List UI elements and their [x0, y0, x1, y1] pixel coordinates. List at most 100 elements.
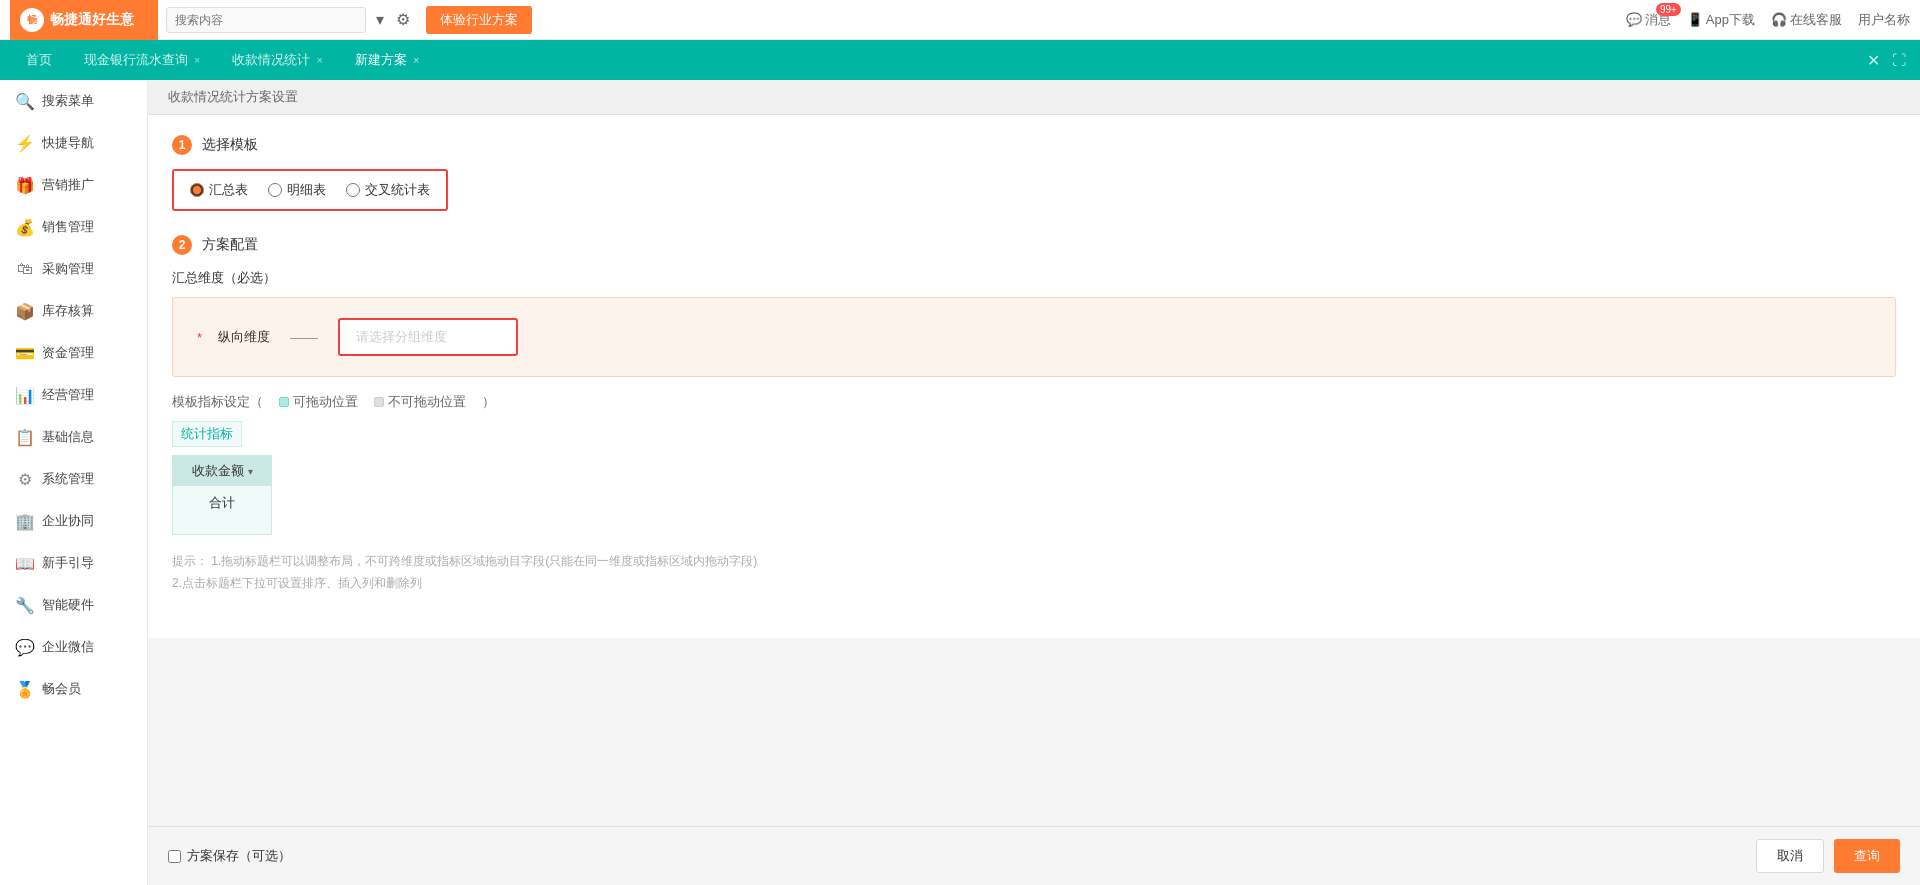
sidebar-item-newbie[interactable]: 📖 新手引导: [0, 542, 147, 584]
online-service-label: 在线客服: [1790, 11, 1842, 29]
sidebar-item-basic-info[interactable]: 📋 基础信息: [0, 416, 147, 458]
draggable-hint: 可拖动位置: [279, 393, 358, 411]
top-header: 畅 畅捷通好生意 ▾ ⚙ 体验行业方案 💬 消息 99+ 📱 App下载 🎧 在…: [0, 0, 1920, 40]
draggable-dot: [279, 397, 289, 407]
tab-home[interactable]: 首页: [10, 40, 68, 80]
metrics-col1-header[interactable]: 收款金额 ▾: [173, 456, 271, 486]
member-icon: 🏅: [16, 680, 34, 698]
vertical-dim-label: 纵向维度: [218, 328, 270, 346]
close-all-tabs-button[interactable]: ✕: [1859, 51, 1888, 70]
save-option[interactable]: 方案保存（可选）: [168, 847, 291, 865]
metrics-header: 模板指标设定（ 可拖动位置 不可拖动位置 ）: [172, 393, 1896, 411]
non-draggable-hint: 不可拖动位置: [374, 393, 466, 411]
app-download[interactable]: 📱 App下载: [1687, 11, 1755, 29]
purchase-icon: 🛍: [16, 260, 34, 278]
step2-section: 2 方案配置 汇总维度（必选） * 纵向维度 —— 请选择分组: [172, 235, 1896, 594]
tab-collection-stat-label: 收款情况统计: [232, 51, 310, 69]
breadcrumb-text: 收款情况统计方案设置: [168, 89, 298, 104]
metrics-col1-dropdown-icon[interactable]: ▾: [248, 466, 253, 477]
step2-number: 2: [172, 235, 192, 255]
sidebar-item-label-search-menu: 搜索菜单: [42, 92, 94, 110]
radio-detail[interactable]: 明细表: [268, 181, 326, 199]
tab-new-plan-close[interactable]: ×: [413, 54, 419, 66]
sidebar-item-label-newbie: 新手引导: [42, 554, 94, 572]
try-industry-button[interactable]: 体验行业方案: [426, 6, 532, 34]
sidebar-item-sales[interactable]: 💰 销售管理: [0, 206, 147, 248]
metrics-col1-body: 合计: [173, 486, 271, 520]
sidebar-item-label-member: 畅会员: [42, 680, 81, 698]
sidebar-item-quick-nav[interactable]: ⚡ 快捷导航: [0, 122, 147, 164]
metrics-col1-header-text: 收款金额: [192, 462, 244, 480]
user-name[interactable]: 用户名称: [1858, 11, 1910, 29]
newbie-icon: 📖: [16, 554, 34, 572]
message-badge[interactable]: 💬 消息 99+: [1626, 11, 1671, 29]
operation-icon: 📊: [16, 386, 34, 404]
dimension-input-box[interactable]: 请选择分组维度: [338, 318, 518, 356]
metrics-cell-1: 收款金额 ▾ 合计: [172, 455, 272, 535]
sidebar: 🔍 搜索菜单 ⚡ 快捷导航 🎁 营销推广 💰 销售管理 🛍 采购管理 📦 库存核…: [0, 80, 148, 885]
sidebar-item-smart-hw[interactable]: 🔧 智能硬件: [0, 584, 147, 626]
tab-new-plan-label: 新建方案: [355, 51, 407, 69]
enterprise-icon: 🏢: [16, 512, 34, 530]
sidebar-item-label-weixin: 企业微信: [42, 638, 94, 656]
message-icon: 💬: [1626, 12, 1642, 27]
dropdown-icon[interactable]: ▾: [376, 10, 384, 29]
expand-tabs-button[interactable]: ⛶: [1888, 52, 1910, 68]
sidebar-item-operation[interactable]: 📊 经营管理: [0, 374, 147, 416]
content-area: 收款情况统计方案设置 1 选择模板 汇总表: [148, 80, 1920, 885]
radio-detail-input[interactable]: [268, 183, 282, 197]
header-right: 💬 消息 99+ 📱 App下载 🎧 在线客服 用户名称: [1626, 11, 1910, 29]
logo-text: 畅捷通好生意: [50, 11, 134, 29]
sidebar-item-search-menu[interactable]: 🔍 搜索菜单: [0, 80, 147, 122]
tab-new-plan[interactable]: 新建方案 ×: [339, 40, 435, 80]
form-container: 1 选择模板 汇总表 明细表: [148, 115, 1920, 638]
sidebar-item-label-purchase: 采购管理: [42, 260, 94, 278]
online-service[interactable]: 🎧 在线客服: [1771, 11, 1842, 29]
step1-number: 1: [172, 135, 192, 155]
step2-title: 方案配置: [202, 236, 258, 254]
tip-2: 2.点击标题栏下拉可设置排序、插入列和删除列: [172, 573, 1896, 595]
query-button[interactable]: 查询: [1834, 839, 1900, 873]
non-draggable-dot: [374, 397, 384, 407]
sidebar-item-system[interactable]: ⚙ 系统管理: [0, 458, 147, 500]
service-icon: 🎧: [1771, 12, 1787, 27]
radio-summary[interactable]: 汇总表: [190, 181, 248, 199]
metrics-header-text: 模板指标设定（: [172, 393, 263, 411]
sidebar-item-enterprise[interactable]: 🏢 企业协同: [0, 500, 147, 542]
gear-icon[interactable]: ⚙: [396, 10, 410, 29]
app-download-label: App下载: [1706, 11, 1755, 29]
tab-cash-flow[interactable]: 现金银行流水查询 ×: [68, 40, 216, 80]
tab-collection-stat[interactable]: 收款情况统计 ×: [216, 40, 338, 80]
cancel-button[interactable]: 取消: [1756, 839, 1824, 873]
stats-label: 统计指标: [172, 421, 242, 447]
tips-area: 提示： 1.拖动标题栏可以调整布局，不可跨维度或指标区域拖动目字段(只能在同一维…: [172, 551, 1896, 594]
finance-icon: 💳: [16, 344, 34, 362]
sidebar-item-label-smart-hw: 智能硬件: [42, 596, 94, 614]
tab-cash-flow-close[interactable]: ×: [194, 54, 200, 66]
radio-crosstab-input[interactable]: [346, 183, 360, 197]
page-footer: 方案保存（可选） 取消 查询: [148, 826, 1920, 885]
sidebar-item-weixin[interactable]: 💬 企业微信: [0, 626, 147, 668]
sidebar-item-inventory[interactable]: 📦 库存核算: [0, 290, 147, 332]
sidebar-item-label-basic-info: 基础信息: [42, 428, 94, 446]
sidebar-item-purchase[interactable]: 🛍 采购管理: [0, 248, 147, 290]
logo-area: 畅 畅捷通好生意: [10, 0, 158, 40]
main-layout: 🔍 搜索菜单 ⚡ 快捷导航 🎁 营销推广 💰 销售管理 🛍 采购管理 📦 库存核…: [0, 80, 1920, 885]
sidebar-item-label-marketing: 营销推广: [42, 176, 94, 194]
radio-crosstab[interactable]: 交叉统计表: [346, 181, 430, 199]
search-input[interactable]: [166, 7, 366, 33]
sidebar-item-member[interactable]: 🏅 畅会员: [0, 668, 147, 710]
message-count: 99+: [1656, 3, 1681, 16]
tab-collection-stat-close[interactable]: ×: [316, 54, 322, 66]
system-icon: ⚙: [16, 470, 34, 488]
save-label: 方案保存（可选）: [187, 847, 291, 865]
tip-1: 提示： 1.拖动标题栏可以调整布局，不可跨维度或指标区域拖动目字段(只能在同一维…: [172, 551, 1896, 573]
step2-header: 2 方案配置: [172, 235, 1896, 255]
sidebar-item-finance[interactable]: 💳 资金管理: [0, 332, 147, 374]
radio-summary-input[interactable]: [190, 183, 204, 197]
sidebar-item-marketing[interactable]: 🎁 营销推广: [0, 164, 147, 206]
sidebar-item-label-system: 系统管理: [42, 470, 94, 488]
save-checkbox[interactable]: [168, 850, 181, 863]
search-menu-icon: 🔍: [16, 92, 34, 110]
sidebar-item-label-inventory: 库存核算: [42, 302, 94, 320]
